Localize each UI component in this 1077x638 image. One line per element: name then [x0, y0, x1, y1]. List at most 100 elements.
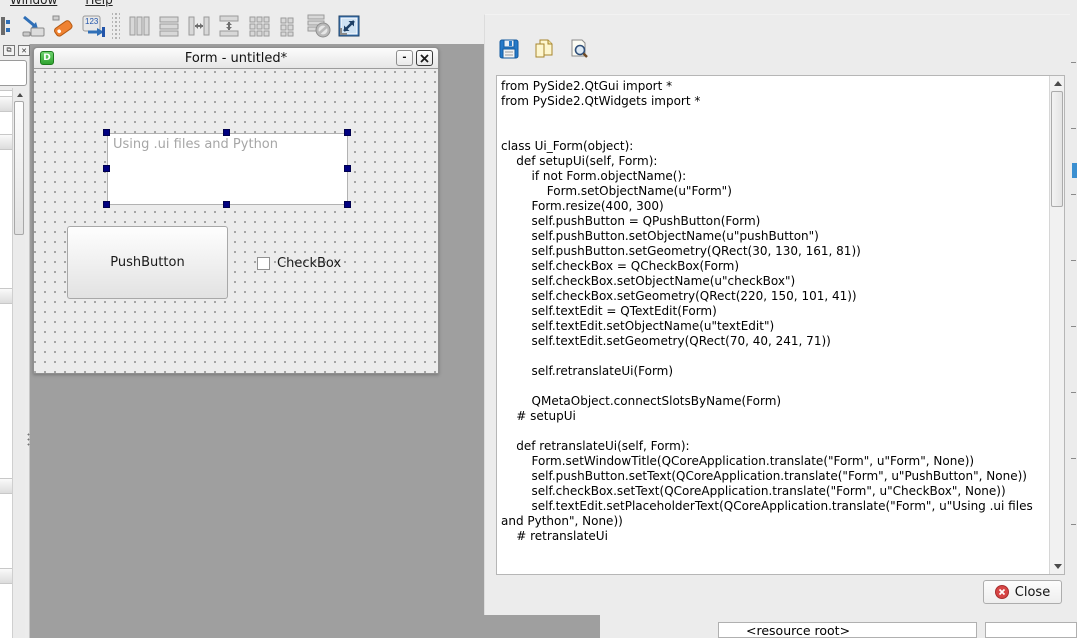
break-layout-icon[interactable]	[304, 11, 334, 41]
code-line: if not Form.objectName():	[501, 169, 1047, 184]
scrollbar-thumb[interactable]	[1051, 91, 1063, 207]
code-line: self.checkBox.setText(QCoreApplication.t…	[501, 484, 1047, 499]
splitter-vertical-icon[interactable]	[214, 11, 244, 41]
code-line: # setupUi	[501, 409, 1047, 424]
scrollbar-thumb[interactable]	[14, 101, 24, 235]
code-line: Form.resize(400, 300)	[501, 199, 1047, 214]
close-button[interactable]	[416, 50, 433, 66]
code-line: Form.setWindowTitle(QCoreApplication.tra…	[501, 454, 1047, 469]
resource-tree-panel[interactable]: <resource root>	[718, 622, 977, 638]
form-titlebar[interactable]: D Form - untitled* -	[34, 48, 438, 69]
edit-signals-slots-icon[interactable]	[18, 11, 48, 41]
find-icon[interactable]	[567, 37, 591, 61]
tree-branch-mark	[1071, 326, 1076, 327]
resize-handle-sw[interactable]	[103, 201, 110, 208]
pushbutton-label: PushButton	[110, 255, 184, 270]
close-icon[interactable]: ✕	[18, 45, 30, 56]
resize-handle-e[interactable]	[344, 165, 351, 172]
code-text[interactable]: from PySide2.QtGui import *from PySide2.…	[501, 79, 1047, 572]
layout-grid-icon[interactable]	[244, 11, 274, 41]
close-button-label: Close	[1015, 585, 1050, 600]
textedit-placeholder: Using .ui files and Python	[113, 137, 278, 152]
toolbar-separator	[112, 13, 120, 39]
resize-handle-se[interactable]	[344, 201, 351, 208]
svg-text:123: 123	[85, 17, 99, 26]
splitter-horizontal-icon[interactable]	[184, 11, 214, 41]
widget-box-list[interactable]	[0, 90, 12, 638]
textedit-widget[interactable]: Using .ui files and Python	[107, 133, 348, 205]
code-line: self.pushButton.setText(QCoreApplication…	[501, 469, 1047, 484]
close-circle-icon	[995, 585, 1009, 599]
resize-handle-w[interactable]	[103, 165, 110, 172]
resize-handle-ne[interactable]	[344, 129, 351, 136]
code-line: Form.setObjectName(u"Form")	[501, 184, 1047, 199]
code-line: self.checkBox.setObjectName(u"checkBox")	[501, 274, 1047, 289]
pushbutton-widget[interactable]: PushButton	[67, 226, 228, 299]
code-line	[501, 109, 1047, 124]
code-line: # retranslateUi	[501, 529, 1047, 544]
widget-box-panel: ⧉ ✕	[0, 44, 30, 638]
widget-category-band	[0, 134, 12, 150]
widget-box-scrollbar[interactable]	[12, 88, 25, 638]
code-line: self.checkBox.setGeometry(QRect(220, 150…	[501, 289, 1047, 304]
scroll-up-icon[interactable]	[1051, 77, 1064, 90]
tree-branch-mark	[1071, 260, 1076, 261]
close-dialog-button[interactable]: Close	[983, 580, 1062, 604]
menubar: Window Help	[0, 0, 1077, 8]
code-line: from PySide2.QtGui import *	[501, 79, 1047, 94]
resource-list-panel[interactable]	[985, 622, 1077, 638]
qt-designer-screen: Window Help 123	[0, 0, 1077, 638]
layout-vertically-icon[interactable]	[154, 11, 184, 41]
view-code-dialog: from PySide2.QtGui import *from PySide2.…	[484, 14, 1070, 615]
float-window-icon[interactable]: ⧉	[3, 45, 15, 56]
widget-category-band	[0, 288, 12, 304]
toolbar: 123	[0, 8, 486, 45]
menu-window[interactable]: Window	[10, 0, 57, 7]
code-line	[501, 349, 1047, 364]
code-line	[501, 124, 1047, 139]
code-line: self.pushButton.setObjectName(u"pushButt…	[501, 229, 1047, 244]
code-line: self.textEdit.setGeometry(QRect(70, 40, …	[501, 334, 1047, 349]
tree-branch-mark	[1071, 194, 1076, 195]
code-line: from PySide2.QtWidgets import *	[501, 94, 1047, 109]
code-line: def setupUi(self, Form):	[501, 154, 1047, 169]
code-line: self.checkBox = QCheckBox(Form)	[501, 259, 1047, 274]
tree-branch-mark	[1071, 62, 1076, 63]
resize-handle-nw[interactable]	[103, 129, 110, 136]
code-line: self.textEdit = QTextEdit(Form)	[501, 304, 1047, 319]
checkbox-box[interactable]	[257, 257, 270, 270]
tree-branch-mark	[1071, 128, 1076, 129]
scroll-down-icon[interactable]	[1051, 560, 1064, 573]
resize-handle-n[interactable]	[223, 129, 230, 136]
code-line	[501, 379, 1047, 394]
code-line: QMetaObject.connectSlotsByName(Form)	[501, 394, 1047, 409]
checkbox-label: CheckBox	[277, 256, 341, 271]
layout-horizontally-icon[interactable]	[124, 11, 154, 41]
code-line: self.retranslateUi(Form)	[501, 364, 1047, 379]
resize-handle-s[interactable]	[223, 201, 230, 208]
scroll-up-icon[interactable]	[14, 89, 25, 100]
minimize-button[interactable]: -	[396, 50, 413, 66]
edit-buddies-icon[interactable]	[48, 11, 78, 41]
form-canvas[interactable]: Using .ui files and Python PushButton Ch…	[34, 69, 438, 373]
code-scrollbar[interactable]	[1049, 76, 1064, 574]
code-line: self.pushButton.setGeometry(QRect(30, 13…	[501, 244, 1047, 259]
layout-form-icon[interactable]	[274, 11, 304, 41]
resource-root-label[interactable]: <resource root>	[746, 623, 850, 638]
checkbox-widget[interactable]: CheckBox	[257, 256, 341, 271]
adjust-size-icon[interactable]	[334, 11, 364, 41]
code-line: self.textEdit.setObjectName(u"textEdit")	[501, 319, 1047, 334]
code-dialog-toolbar	[497, 37, 591, 61]
edit-tab-order-icon[interactable]: 123	[78, 11, 108, 41]
inspector-edge-strip	[1070, 14, 1077, 615]
code-view[interactable]: from PySide2.QtGui import *from PySide2.…	[496, 75, 1065, 575]
edit-widgets-icon[interactable]	[0, 11, 18, 41]
form-designer-window[interactable]: D Form - untitled* - Using .ui files and…	[33, 47, 439, 374]
code-line: and Python", None))	[501, 514, 1047, 529]
tree-branch-mark	[1071, 392, 1076, 393]
save-icon[interactable]	[497, 37, 521, 61]
designer-form-icon: D	[40, 51, 54, 65]
menu-help[interactable]: Help	[85, 0, 112, 7]
copy-icon[interactable]	[532, 37, 556, 61]
widget-filter-input[interactable]	[0, 60, 27, 86]
